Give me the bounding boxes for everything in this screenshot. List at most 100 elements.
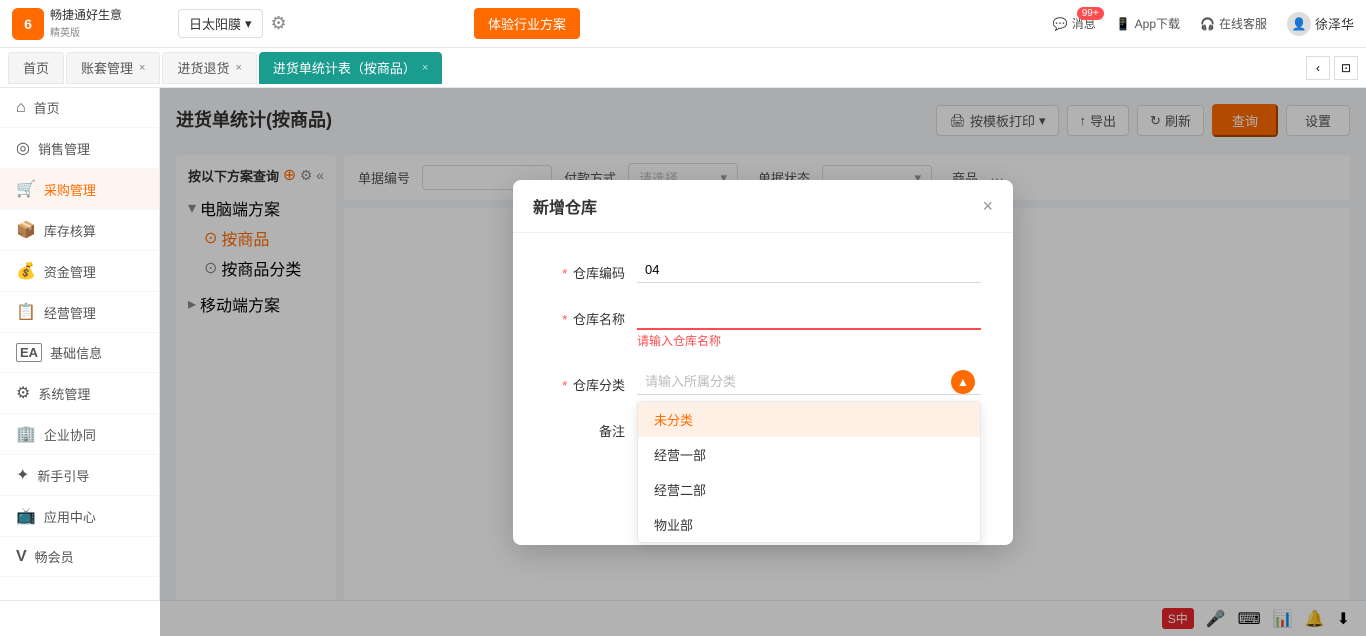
tab-next-button[interactable]: ⊡ bbox=[1334, 56, 1358, 80]
inventory-icon: 📦 bbox=[16, 220, 36, 240]
tab-purchase-stats-label: 进货单统计表（按商品） bbox=[273, 58, 416, 77]
operation-icon: 📋 bbox=[16, 302, 36, 322]
username-label: 徐泽华 bbox=[1315, 14, 1354, 33]
sidebar-item-home[interactable]: ⌂ 首页 bbox=[0, 88, 159, 128]
note-label: 备注 bbox=[545, 415, 625, 440]
headset-icon: 🎧 bbox=[1200, 17, 1215, 31]
dialog-header: 新增仓库 × bbox=[513, 180, 1013, 233]
category-select-wrap: ▲ 未分类 经营一部 经营二部 物业部 bbox=[637, 369, 981, 395]
tab-account[interactable]: 账套管理 × bbox=[66, 52, 160, 84]
dialog-close-button[interactable]: × bbox=[982, 197, 993, 215]
tab-purchase-return-label: 进货退货 bbox=[177, 58, 229, 77]
logo-icon: 6 bbox=[12, 8, 44, 40]
experience-button[interactable]: 体验行业方案 bbox=[474, 8, 580, 39]
user-avatar[interactable]: 👤 徐泽华 bbox=[1287, 12, 1354, 36]
gear-icon[interactable]: ⚙ bbox=[271, 13, 287, 34]
sidebar-system-label: 系统管理 bbox=[38, 384, 90, 403]
sidebar-purchase-label: 采购管理 bbox=[44, 180, 96, 199]
sidebar-item-inventory[interactable]: 📦 库存核算 bbox=[0, 210, 159, 251]
sales-icon: ◎ bbox=[16, 138, 30, 158]
main-layout: ⌂ 首页 ◎ 销售管理 🛒 采购管理 📦 库存核算 💰 资金管理 📋 经营管理 … bbox=[0, 88, 1366, 636]
sidebar-guide-label: 新手引导 bbox=[37, 466, 89, 485]
category-input[interactable] bbox=[637, 369, 981, 395]
avatar-icon: 👤 bbox=[1287, 12, 1311, 36]
tab-purchase-stats[interactable]: 进货单统计表（按商品） × bbox=[259, 52, 442, 84]
name-field-row: * 仓库名称 请输入仓库名称 bbox=[545, 303, 981, 349]
sidebar: ⌂ 首页 ◎ 销售管理 🛒 采购管理 📦 库存核算 💰 资金管理 📋 经营管理 … bbox=[0, 88, 160, 636]
tab-home-label: 首页 bbox=[23, 58, 49, 77]
tab-purchase-stats-close[interactable]: × bbox=[422, 62, 428, 74]
header-search: 日太阳膜 ▾ ⚙ bbox=[178, 9, 458, 38]
tab-prev-button[interactable]: ‹ bbox=[1306, 56, 1330, 80]
appcenter-icon: 📺 bbox=[16, 506, 36, 526]
guide-icon: ✦ bbox=[16, 465, 29, 485]
message-badge: 99+ bbox=[1077, 7, 1104, 20]
content-area: 进货单统计(按商品) 🖨 按模板打印 ▾ ↑ 导出 ↻ 刷新 查询 设置 bbox=[160, 88, 1366, 636]
category-dropdown: 未分类 经营一部 经营二部 物业部 bbox=[637, 401, 981, 543]
message-icon: 💬 bbox=[1053, 17, 1068, 31]
tab-purchase-return[interactable]: 进货退货 × bbox=[162, 52, 256, 84]
member-icon: V bbox=[16, 548, 27, 566]
purchase-icon: 🛒 bbox=[16, 179, 36, 199]
dropdown-item-property[interactable]: 物业部 bbox=[638, 507, 980, 542]
name-input[interactable] bbox=[637, 303, 981, 330]
enterprise-icon: 🏢 bbox=[16, 424, 36, 444]
tab-controls: ‹ ⊡ bbox=[1306, 56, 1358, 80]
sidebar-inventory-label: 库存核算 bbox=[44, 221, 96, 240]
top-header: 6 畅捷通好生意 精英版 日太阳膜 ▾ ⚙ 体验行业方案 💬 消息 99+ 📱 … bbox=[0, 0, 1366, 48]
category-field-row: * 仓库分类 ▲ 未分类 经营一部 经营二部 物业部 bbox=[545, 369, 981, 395]
app-download-item[interactable]: 📱 App下载 bbox=[1116, 15, 1180, 32]
online-service-item[interactable]: 🎧 在线客服 bbox=[1200, 15, 1267, 32]
dropdown-item-dept2[interactable]: 经营二部 bbox=[638, 472, 980, 507]
tab-purchase-return-close[interactable]: × bbox=[235, 62, 241, 74]
sidebar-home-label: 首页 bbox=[34, 98, 60, 117]
tab-home[interactable]: 首页 bbox=[8, 52, 64, 84]
sidebar-item-purchase[interactable]: 🛒 采购管理 bbox=[0, 169, 159, 210]
sidebar-item-operation[interactable]: 📋 经营管理 bbox=[0, 292, 159, 333]
logo-title: 畅捷通好生意 bbox=[50, 8, 122, 24]
sidebar-item-appcenter[interactable]: 📺 应用中心 bbox=[0, 496, 159, 537]
category-label: * 仓库分类 bbox=[545, 369, 625, 394]
sidebar-sales-label: 销售管理 bbox=[38, 139, 90, 158]
sidebar-appcenter-label: 应用中心 bbox=[44, 507, 96, 526]
sidebar-item-finance[interactable]: 💰 资金管理 bbox=[0, 251, 159, 292]
sidebar-item-enterprise[interactable]: 🏢 企业协同 bbox=[0, 414, 159, 455]
sidebar-item-member[interactable]: V 畅会员 bbox=[0, 537, 159, 577]
dialog-body: * 仓库编码 * 仓库名称 请输入仓库名称 bbox=[513, 233, 1013, 481]
new-warehouse-dialog: 新增仓库 × * 仓库编码 * bbox=[513, 180, 1013, 545]
dropdown-item-dept1[interactable]: 经营一部 bbox=[638, 437, 980, 472]
sidebar-item-system[interactable]: ⚙ 系统管理 bbox=[0, 373, 159, 414]
category-toggle-button[interactable]: ▲ bbox=[951, 370, 975, 394]
sidebar-base-label: 基础信息 bbox=[50, 343, 102, 362]
dialog-overlay: 新增仓库 × * 仓库编码 * bbox=[160, 88, 1366, 636]
code-field-row: * 仓库编码 bbox=[545, 257, 981, 283]
sidebar-enterprise-label: 企业协同 bbox=[44, 425, 96, 444]
sidebar-item-guide[interactable]: ✦ 新手引导 bbox=[0, 455, 159, 496]
name-error-msg: 请输入仓库名称 bbox=[637, 332, 981, 349]
search-value: 日太阳膜 bbox=[189, 14, 241, 33]
search-chevron-icon: ▾ bbox=[245, 16, 252, 32]
message-icon-item[interactable]: 💬 消息 99+ bbox=[1053, 15, 1096, 32]
logo-area: 6 畅捷通好生意 精英版 bbox=[12, 8, 162, 40]
tab-account-close[interactable]: × bbox=[139, 62, 145, 74]
logo-sub: 精英版 bbox=[50, 24, 122, 39]
phone-icon: 📱 bbox=[1116, 17, 1131, 31]
app-download-label: App下载 bbox=[1135, 15, 1180, 32]
search-select[interactable]: 日太阳膜 ▾ bbox=[178, 9, 263, 38]
base-icon: EA bbox=[16, 343, 42, 362]
sidebar-finance-label: 资金管理 bbox=[44, 262, 96, 281]
finance-icon: 💰 bbox=[16, 261, 36, 281]
system-icon: ⚙ bbox=[16, 383, 30, 403]
name-label: * 仓库名称 bbox=[545, 303, 625, 328]
dialog-title: 新增仓库 bbox=[533, 194, 597, 218]
code-input[interactable] bbox=[637, 257, 981, 283]
dropdown-item-uncategorized[interactable]: 未分类 bbox=[638, 402, 980, 437]
sidebar-item-base[interactable]: EA 基础信息 bbox=[0, 333, 159, 373]
header-right: 💬 消息 99+ 📱 App下载 🎧 在线客服 👤 徐泽华 bbox=[1053, 12, 1354, 36]
online-service-label: 在线客服 bbox=[1219, 15, 1267, 32]
sidebar-item-sales[interactable]: ◎ 销售管理 bbox=[0, 128, 159, 169]
sidebar-member-label: 畅会员 bbox=[35, 547, 74, 566]
code-label: * 仓库编码 bbox=[545, 257, 625, 282]
home-icon: ⌂ bbox=[16, 99, 26, 117]
tab-bar: 首页 账套管理 × 进货退货 × 进货单统计表（按商品） × ‹ ⊡ bbox=[0, 48, 1366, 88]
